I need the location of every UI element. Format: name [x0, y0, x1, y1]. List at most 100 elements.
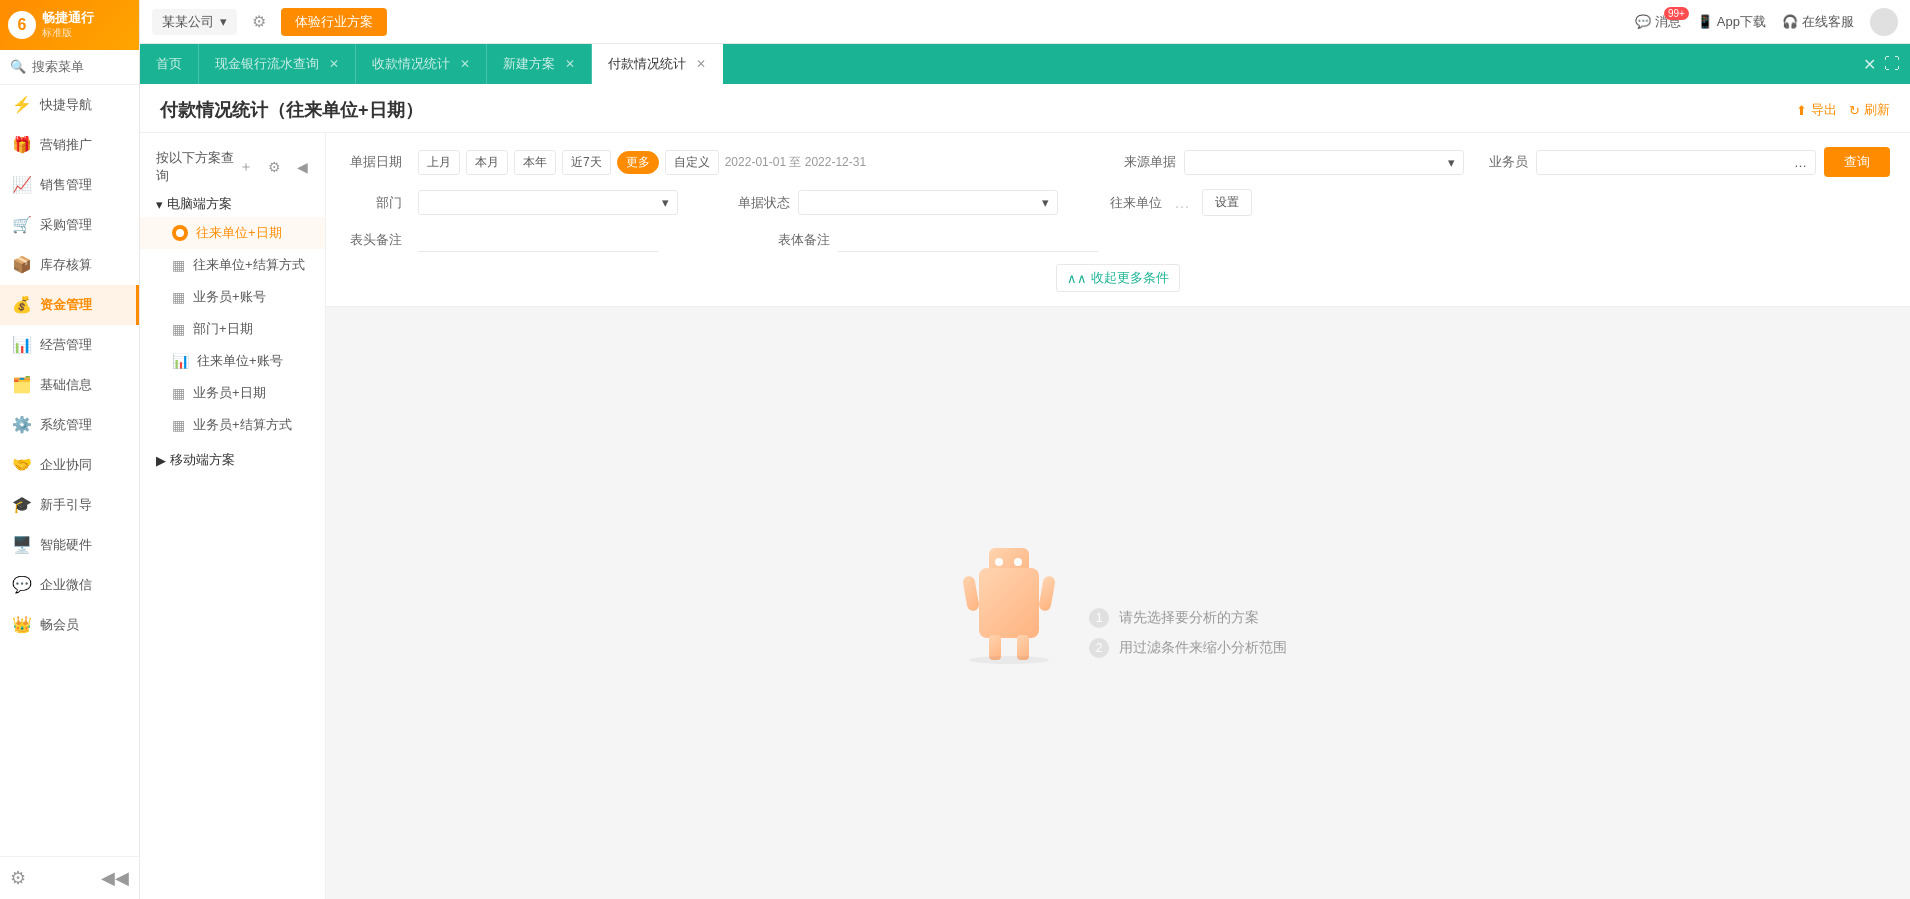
scheme-item-partner-date[interactable]: 往来单位+日期 [140, 217, 325, 249]
chevron-down-icon: ▾ [156, 197, 163, 212]
sidebar-header: 6 畅捷通行 标准版 [0, 0, 139, 50]
sidebar-item-member[interactable]: 👑 畅会员 [0, 605, 139, 645]
scheme-item-salesman-date[interactable]: ▦业务员+日期 [140, 377, 325, 409]
date-btn-this-month[interactable]: 本月 [466, 150, 508, 175]
nav-label-member: 畅会员 [40, 616, 79, 634]
message-icon: 💬 [1635, 14, 1651, 29]
tab-pay-stats[interactable]: 付款情况统计✕ [592, 44, 723, 84]
nav-label-sales: 销售管理 [40, 176, 92, 194]
sidebar-item-marketing[interactable]: 🎁营销推广 [0, 125, 139, 165]
tab-new-scheme[interactable]: 新建方案✕ [487, 44, 592, 84]
sidebar-item-enterprise[interactable]: 🤝企业协同 [0, 445, 139, 485]
empty-step-1: 1 请先选择要分析的方案 [1089, 608, 1287, 628]
settings-small-button[interactable]: 设置 [1202, 189, 1252, 216]
sidebar-item-basic-info[interactable]: 🗂️基础信息 [0, 365, 139, 405]
nav-icon-member: 👑 [12, 615, 32, 635]
nav-icon-quick-nav: ⚡ [12, 95, 32, 115]
nav-label-guide: 新手引导 [40, 496, 92, 514]
tab-payment-stats[interactable]: 收款情况统计✕ [356, 44, 487, 84]
sidebar-item-purchase[interactable]: 🛒采购管理 [0, 205, 139, 245]
body-note-input[interactable] [838, 228, 1098, 252]
sidebar-item-inventory[interactable]: 📦库存核算 [0, 245, 139, 285]
sidebar-item-hardware[interactable]: 🖥️智能硬件 [0, 525, 139, 565]
sidebar-item-wechat[interactable]: 💬企业微信 [0, 565, 139, 605]
app-label: App下载 [1717, 13, 1766, 31]
nav-label-basic-info: 基础信息 [40, 376, 92, 394]
logo-icon: 6 [8, 11, 36, 39]
search-label: 搜索菜单 [32, 58, 84, 76]
sidebar-item-operations[interactable]: 📊经营管理 [0, 325, 139, 365]
tab-home[interactable]: 首页 [140, 44, 199, 84]
tab-close-payment-stats[interactable]: ✕ [460, 57, 470, 71]
nav-icon-system: ⚙️ [12, 415, 32, 435]
tab-close-bank-flow[interactable]: ✕ [329, 57, 339, 71]
step1-label: 请先选择要分析的方案 [1119, 609, 1259, 627]
scheme-add-icon[interactable]: ＋ [235, 156, 257, 178]
date-label: 单据日期 [346, 153, 402, 171]
sidebar-footer: ⚙ ◀◀ [0, 856, 139, 899]
date-btn-last-month[interactable]: 上月 [418, 150, 460, 175]
settings-button[interactable]: ⚙ [245, 8, 273, 36]
topbar-left: 某某公司 ▾ ⚙ 体验行业方案 [152, 8, 1625, 36]
date-btn-custom[interactable]: 自定义 [665, 150, 719, 175]
scheme-item-label-partner-payment: 往来单位+结算方式 [193, 256, 305, 274]
scheme-mobile-category[interactable]: ▶ 移动端方案 [140, 447, 325, 473]
scheme-settings-icon[interactable]: ⚙ [263, 156, 285, 178]
sidebar-item-system[interactable]: ⚙️系统管理 [0, 405, 139, 445]
sidebar-item-finance[interactable]: 💰资金管理 [0, 285, 139, 325]
scheme-item-salesman-account[interactable]: ▦业务员+账号 [140, 281, 325, 313]
salesman-select[interactable]: … [1536, 150, 1816, 175]
scheme-desktop-category[interactable]: ▾ 电脑端方案 [140, 191, 325, 217]
sidebar-item-sales[interactable]: 📈销售管理 [0, 165, 139, 205]
tab-close-all-icon[interactable]: ✕ [1863, 55, 1876, 74]
sidebar-item-guide[interactable]: 🎓新手引导 [0, 485, 139, 525]
tab-expand-icon[interactable]: ⛶ [1884, 55, 1900, 73]
trial-button[interactable]: 体验行业方案 [281, 8, 387, 36]
scheme-item-salesman-payment[interactable]: ▦业务员+结算方式 [140, 409, 325, 441]
collapse-button[interactable]: ∧∧ 收起更多条件 [1056, 264, 1180, 292]
svg-point-0 [176, 229, 184, 237]
main-area: 某某公司 ▾ ⚙ 体验行业方案 💬 消息 99+ 📱 App下载 🎧 在线客服 … [140, 0, 1910, 899]
page-actions: ⬆ 导出 ↻ 刷新 [1796, 101, 1890, 119]
export-button[interactable]: ⬆ 导出 [1796, 101, 1837, 119]
date-btn-this-year[interactable]: 本年 [514, 150, 556, 175]
tab-bank-flow[interactable]: 现金银行流水查询✕ [199, 44, 356, 84]
header-note-input[interactable] [418, 228, 658, 252]
scheme-item-label-salesman-account: 业务员+账号 [193, 288, 266, 306]
export-label: 导出 [1811, 101, 1837, 119]
app-download-button[interactable]: 📱 App下载 [1697, 13, 1766, 31]
refresh-icon: ↻ [1849, 103, 1860, 118]
tab-close-new-scheme[interactable]: ✕ [565, 57, 575, 71]
nav-label-quick-nav: 快捷导航 [40, 96, 92, 114]
footer-settings-icon[interactable]: ⚙ [10, 867, 26, 889]
query-button[interactable]: 查询 [1824, 147, 1890, 177]
search-menu[interactable]: 🔍 搜索菜单 [0, 50, 139, 85]
scheme-item-type-icon: ▦ [172, 385, 185, 401]
company-selector[interactable]: 某某公司 ▾ [152, 9, 237, 35]
date-btn-7days[interactable]: 近7天 [562, 150, 611, 175]
scheme-item-dept-date[interactable]: ▦部门+日期 [140, 313, 325, 345]
filter-row-2: 部门 ▾ 单据状态 ▾ 往来单位 … 设置 [346, 189, 1890, 216]
scheme-item-type-icon: ▦ [172, 321, 185, 337]
tab-close-pay-stats[interactable]: ✕ [696, 57, 706, 71]
chevron-down-icon: ▾ [1042, 195, 1049, 210]
footer-collapse-icon[interactable]: ◀◀ [101, 867, 129, 889]
online-service-button[interactable]: 🎧 在线客服 [1782, 13, 1854, 31]
chevron-down-icon: ▾ [220, 14, 227, 29]
scheme-collapse-icon[interactable]: ◀ [291, 156, 313, 178]
avatar[interactable] [1870, 8, 1898, 36]
scheme-item-partner-account[interactable]: 📊往来单位+账号 [140, 345, 325, 377]
voucher-status-select[interactable]: ▾ [798, 190, 1058, 215]
sidebar-nav: ⚡ 快捷导航 🎁营销推广📈销售管理🛒采购管理📦库存核算💰资金管理📊经营管理🗂️基础信… [0, 85, 139, 856]
dept-select[interactable]: ▾ [418, 190, 678, 215]
logo-text: 畅捷通行 标准版 [42, 10, 94, 40]
message-button[interactable]: 💬 消息 99+ [1635, 13, 1681, 31]
nav-label-operations: 经营管理 [40, 336, 92, 354]
source-select[interactable]: ▾ [1184, 150, 1464, 175]
date-btn-more[interactable]: 更多 [617, 151, 659, 174]
sidebar-item-quick-nav[interactable]: ⚡ 快捷导航 [0, 85, 139, 125]
nav-icon-marketing: 🎁 [12, 135, 32, 155]
scheme-item-partner-payment[interactable]: ▦往来单位+结算方式 [140, 249, 325, 281]
partner-ellipsis[interactable]: … [1170, 194, 1194, 212]
refresh-button[interactable]: ↻ 刷新 [1849, 101, 1890, 119]
